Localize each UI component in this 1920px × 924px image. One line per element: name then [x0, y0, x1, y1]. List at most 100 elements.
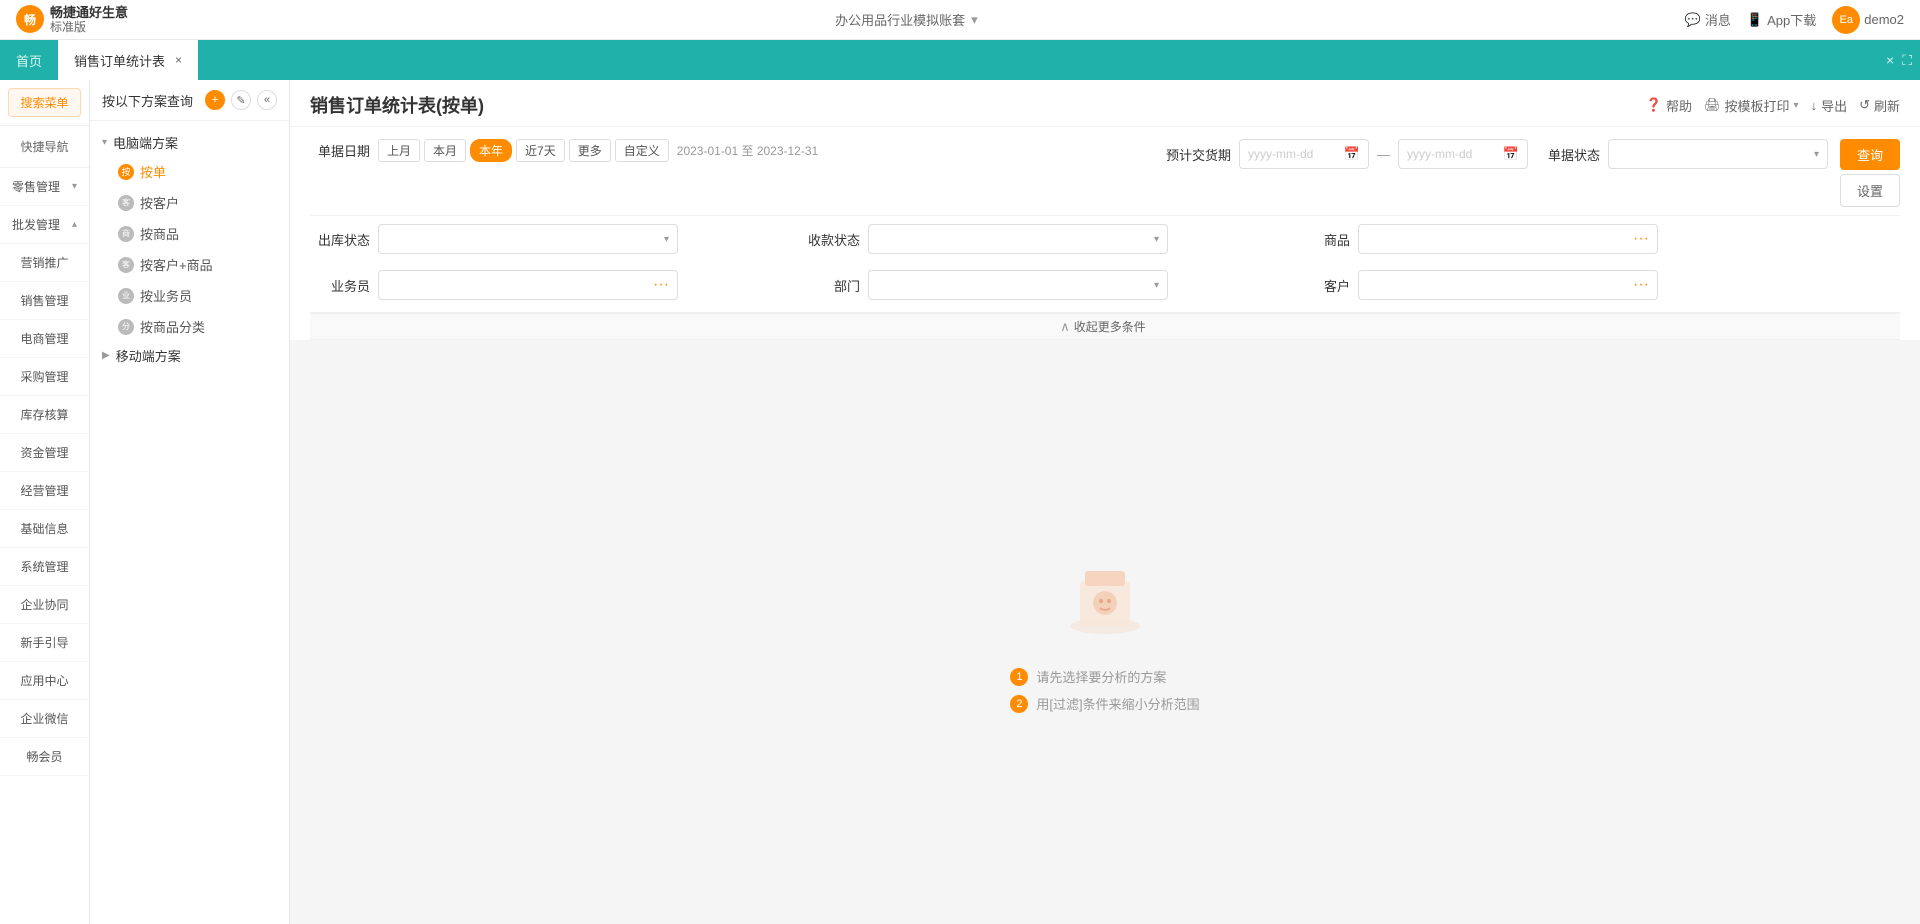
print-button[interactable]: 🖨 按模板打印 ▾ [1704, 96, 1799, 115]
help-button[interactable]: ❓ 帮助 [1646, 96, 1692, 115]
salesperson-label: 业务员 [310, 276, 370, 295]
salesperson-select[interactable]: ··· [378, 270, 678, 300]
sidebar: 搜索菜单 快捷导航 零售管理 ▾ 批发管理 ▴ 营销推广 销售管理 电商管理 [0, 80, 90, 924]
expected-date-start[interactable]: yyyy-mm-dd 📅 [1239, 139, 1369, 169]
scheme-category-desktop[interactable]: ▾ 电脑端方案 [90, 129, 289, 156]
scheme-add-button[interactable]: + [205, 90, 225, 110]
empty-tip-1: 1 请先选择要分析的方案 [1010, 667, 1199, 686]
query-button[interactable]: 查询 [1840, 139, 1900, 170]
scheme-item-by-customer-goods[interactable]: 客 按客户+商品 [90, 249, 289, 280]
dropdown-icon: ▾ [971, 12, 978, 28]
sidebar-item-inventory[interactable]: 库存核算 [0, 396, 89, 434]
dept-select[interactable]: ▾ [868, 270, 1168, 300]
search-menu-button[interactable]: 搜索菜单 [8, 88, 81, 117]
goods-select[interactable]: ··· [1358, 224, 1658, 254]
content-area: 按以下方案查询 + ✎ « ▾ 电脑端方案 [90, 80, 1920, 924]
sidebar-item-wholesale[interactable]: 批发管理 ▴ [0, 206, 89, 244]
export-icon: ↓ [1811, 98, 1818, 113]
refresh-icon: ↺ [1859, 97, 1870, 113]
sidebar-item-operation[interactable]: 经营管理 [0, 472, 89, 510]
sidebar-item-guide[interactable]: 新手引导 [0, 624, 89, 662]
scheme-item-by-category[interactable]: 分 按商品分类 [90, 311, 289, 342]
refresh-button[interactable]: ↺ 刷新 [1859, 96, 1900, 115]
help-icon: ❓ [1646, 97, 1662, 113]
goods-label: 商品 [1290, 230, 1350, 249]
tab-sales-stats[interactable]: 销售订单统计表 × [58, 40, 198, 80]
out-status-label: 出库状态 [310, 230, 370, 249]
app-title-area[interactable]: 办公用品行业模拟账套 ▾ [835, 10, 978, 29]
main-content: 销售订单统计表(按单) ❓ 帮助 🖨 按模板打印 ▾ ↓ 导出 [290, 80, 1920, 924]
page-header-actions: ❓ 帮助 🖨 按模板打印 ▾ ↓ 导出 ↺ 刷新 [1646, 96, 1900, 115]
sidebar-item-enterprise[interactable]: 企业协同 [0, 586, 89, 624]
sidebar-nav: 零售管理 ▾ 批发管理 ▴ 营销推广 销售管理 电商管理 采购管理 库存核算 [0, 168, 89, 924]
scheme-edit-button[interactable]: ✎ [231, 90, 251, 110]
quick-nav-area: 快捷导航 [0, 126, 89, 168]
more-dots-icon-3[interactable]: ··· [1633, 276, 1649, 294]
sidebar-item-ecommerce[interactable]: 电商管理 [0, 320, 89, 358]
status-label: 单据状态 [1540, 145, 1600, 164]
date-separator: — [1377, 147, 1390, 162]
date-btn-last-month[interactable]: 上月 [378, 139, 420, 162]
sidebar-item-system[interactable]: 系统管理 [0, 548, 89, 586]
empty-state: 1 请先选择要分析的方案 2 用[过滤]条件来缩小分析范围 [290, 340, 1920, 924]
expected-date-label: 预计交货期 [1166, 145, 1231, 164]
date-btn-custom[interactable]: 自定义 [615, 139, 669, 162]
chevron-down-icon: ▾ [72, 181, 77, 192]
empty-tip-2: 2 用[过滤]条件来缩小分析范围 [1010, 694, 1199, 713]
scheme-item-by-order[interactable]: 按 按单 [90, 156, 289, 187]
chevron-down-icon: ▾ [1154, 280, 1159, 291]
tab-close-all-icon[interactable]: × [1886, 52, 1894, 68]
receipt-status-select[interactable]: ▾ [868, 224, 1168, 254]
chevron-down-icon: ▾ [102, 137, 107, 148]
user-area[interactable]: Ea demo2 [1832, 6, 1904, 34]
scheme-category-mobile[interactable]: ▶ 移动端方案 [90, 342, 289, 369]
right-buttons: 查询 设置 [1840, 139, 1900, 207]
expected-date-end[interactable]: yyyy-mm-dd 📅 [1398, 139, 1528, 169]
sidebar-item-member[interactable]: 畅会员 [0, 738, 89, 776]
scheme-item-by-salesperson[interactable]: 业 按业务员 [90, 280, 289, 311]
tab-bar: 首页 销售订单统计表 × × ⛶ [0, 40, 1920, 80]
date-range-text: 2023-01-01 至 2023-12-31 [677, 142, 818, 159]
page-header: 销售订单统计表(按单) ❓ 帮助 🖨 按模板打印 ▾ ↓ 导出 [290, 80, 1920, 127]
scheme-panel-title: 按以下方案查询 [102, 91, 193, 110]
tab-home[interactable]: 首页 [0, 40, 58, 80]
scheme-item-icon: 客 [118, 195, 134, 211]
scheme-item-icon: 商 [118, 226, 134, 242]
sidebar-item-marketing[interactable]: 营销推广 [0, 244, 89, 282]
tab-bar-right: × ⛶ [1886, 52, 1920, 69]
quick-nav-label: 快捷导航 [0, 134, 89, 159]
more-dots-icon[interactable]: ··· [1633, 230, 1649, 248]
out-status-select[interactable]: ▾ [378, 224, 678, 254]
status-select[interactable]: ▾ [1608, 139, 1828, 169]
customer-select[interactable]: ··· [1358, 270, 1658, 300]
sidebar-item-sales[interactable]: 销售管理 [0, 282, 89, 320]
date-btn-7days[interactable]: 近7天 [516, 139, 565, 162]
scheme-item-by-goods[interactable]: 商 按商品 [90, 218, 289, 249]
sidebar-item-retail[interactable]: 零售管理 ▾ [0, 168, 89, 206]
tip-number-2: 2 [1010, 695, 1028, 713]
scheme-tree: ▾ 电脑端方案 按 按单 客 按客户 商 按商品 [90, 121, 289, 924]
empty-tips: 1 请先选择要分析的方案 2 用[过滤]条件来缩小分析范围 [1010, 667, 1199, 713]
date-btn-more[interactable]: 更多 [569, 139, 611, 162]
collapse-button[interactable]: ∧ 收起更多条件 [310, 313, 1900, 340]
collapse-up-icon: ∧ [1060, 319, 1070, 335]
more-dots-icon-2[interactable]: ··· [653, 276, 669, 294]
settings-button[interactable]: 设置 [1840, 174, 1900, 207]
date-btn-this-year[interactable]: 本年 [470, 139, 512, 162]
app-download-button[interactable]: 📱 App下载 [1747, 10, 1816, 29]
date-btn-this-month[interactable]: 本月 [424, 139, 466, 162]
scheme-item-icon: 按 [118, 164, 134, 180]
sidebar-item-finance[interactable]: 资金管理 [0, 434, 89, 472]
sidebar-item-purchase[interactable]: 采购管理 [0, 358, 89, 396]
message-button[interactable]: 💬 消息 [1685, 10, 1731, 29]
scheme-collapse-button[interactable]: « [257, 90, 277, 110]
sidebar-item-basic-info[interactable]: 基础信息 [0, 510, 89, 548]
tab-close-icon[interactable]: × [175, 53, 182, 67]
export-button[interactable]: ↓ 导出 [1811, 96, 1848, 115]
scheme-item-icon: 业 [118, 288, 134, 304]
download-icon: 📱 [1747, 12, 1763, 28]
scheme-item-by-customer[interactable]: 客 按客户 [90, 187, 289, 218]
chevron-right-icon: ▶ [102, 350, 110, 361]
sidebar-item-wechat[interactable]: 企业微信 [0, 700, 89, 738]
sidebar-item-apps[interactable]: 应用中心 [0, 662, 89, 700]
